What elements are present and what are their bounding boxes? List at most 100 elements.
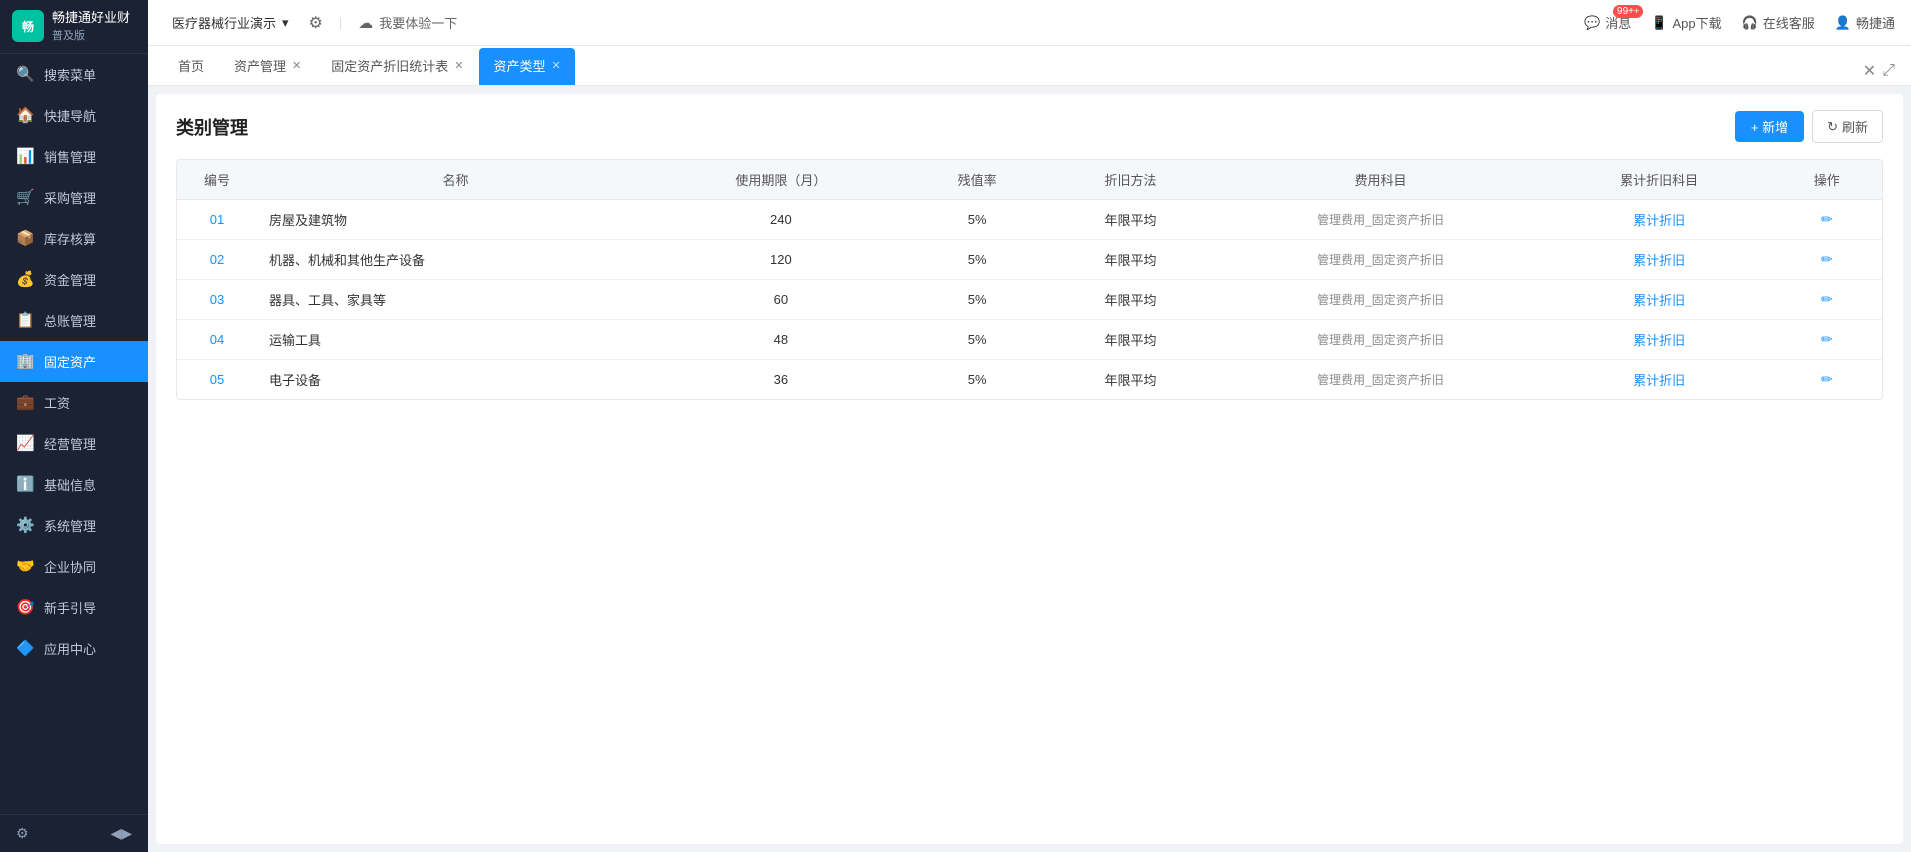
- settings-icon[interactable]: ⚙: [16, 825, 29, 842]
- operations-icon: 📈: [16, 434, 34, 452]
- cell-code: 01: [177, 200, 257, 240]
- cell-code: 03: [177, 280, 257, 320]
- page-actions: + 新增 ↻ 刷新: [1735, 110, 1883, 143]
- sidebar-item-general-ledger[interactable]: 📋 总账管理: [0, 300, 148, 341]
- cell-period: 48: [654, 320, 908, 360]
- sidebar-item-label: 销售管理: [44, 147, 96, 166]
- cell-period: 60: [654, 280, 908, 320]
- inventory-icon: 📦: [16, 229, 34, 247]
- cell-name: 机器、机械和其他生产设备: [257, 240, 654, 280]
- cloud-icon: ☁: [358, 14, 373, 32]
- cell-action[interactable]: ✏: [1772, 240, 1882, 280]
- chevron-down-icon: ▾: [282, 15, 289, 31]
- sidebar-item-label: 工资: [44, 393, 70, 412]
- online-service-button[interactable]: 🎧 在线客服: [1742, 13, 1815, 32]
- sidebar-item-label: 新手引导: [44, 598, 96, 617]
- sidebar-item-operations[interactable]: 📈 经营管理: [0, 423, 148, 464]
- sidebar-item-basic-info[interactable]: ℹ️ 基础信息: [0, 464, 148, 505]
- guide-icon: 🎯: [16, 598, 34, 616]
- sidebar-item-label: 采购管理: [44, 188, 96, 207]
- cell-action[interactable]: ✏: [1772, 200, 1882, 240]
- sidebar-item-sales[interactable]: 📊 销售管理: [0, 136, 148, 177]
- cell-method: 年限平均: [1047, 280, 1215, 320]
- cell-accum: 累计折旧: [1547, 240, 1772, 280]
- cell-action[interactable]: ✏: [1772, 280, 1882, 320]
- sidebar-item-guide[interactable]: 🎯 新手引导: [0, 587, 148, 628]
- tab-fixed-asset-table[interactable]: 固定资产折旧统计表 ✕: [317, 48, 477, 85]
- sidebar-bottom: ⚙ ◀▶: [0, 814, 148, 852]
- messages-button[interactable]: 💬 消息 99++: [1584, 13, 1631, 32]
- sidebar-item-purchase[interactable]: 🛒 采购管理: [0, 177, 148, 218]
- app-center-icon: 🔷: [16, 639, 34, 657]
- sidebar-item-label: 库存核算: [44, 229, 96, 248]
- app-name: 畅捷通好业财: [52, 10, 130, 27]
- fixed-assets-icon: 🏢: [16, 352, 34, 370]
- messages-badge: 99++: [1613, 5, 1643, 18]
- table-row: 04 运输工具 48 5% 年限平均 管理费用_固定资产折旧 累计折旧 ✏: [177, 320, 1882, 360]
- cell-residual: 5%: [908, 320, 1047, 360]
- company-selector[interactable]: 医疗器械行业演示 ▾: [164, 9, 297, 36]
- cell-action[interactable]: ✏: [1772, 320, 1882, 360]
- sidebar-item-app-center[interactable]: 🔷 应用中心: [0, 628, 148, 669]
- new-button[interactable]: + 新增: [1735, 111, 1804, 142]
- cell-expense: 管理费用_固定资产折旧: [1214, 360, 1546, 400]
- app-download-button[interactable]: 📱 App下载: [1651, 13, 1721, 32]
- sidebar-item-quick-nav[interactable]: 🏠 快捷导航: [0, 95, 148, 136]
- col-code: 编号: [177, 160, 257, 200]
- sidebar-item-search[interactable]: 🔍 搜索菜单: [0, 54, 148, 95]
- cell-action[interactable]: ✏: [1772, 360, 1882, 400]
- tab-expand-button[interactable]: ⤢: [1882, 62, 1895, 80]
- sidebar-item-inventory[interactable]: 📦 库存核算: [0, 218, 148, 259]
- enterprise-icon: 🤝: [16, 557, 34, 575]
- sidebar-item-enterprise[interactable]: 🤝 企业协同: [0, 546, 148, 587]
- funds-icon: 💰: [16, 270, 34, 288]
- company-name: 医疗器械行业演示: [172, 13, 276, 32]
- user-icon: 👤: [1835, 15, 1851, 31]
- cell-expense: 管理费用_固定资产折旧: [1214, 280, 1546, 320]
- category-table: 编号 名称 使用期限（月） 残值率 折旧方法 费用科目 累计折旧科目 操作 01…: [177, 160, 1882, 399]
- sidebar-item-label: 搜索菜单: [44, 65, 96, 84]
- tab-asset-mgmt[interactable]: 资产管理 ✕: [220, 48, 315, 85]
- refresh-icon: ↻: [1827, 119, 1838, 135]
- settings-gear-icon[interactable]: ⚙: [309, 13, 323, 33]
- sidebar-item-funds[interactable]: 💰 资金管理: [0, 259, 148, 300]
- cell-accum: 累计折旧: [1547, 320, 1772, 360]
- tab-close-icon[interactable]: ✕: [292, 59, 301, 72]
- app-download-label: App下载: [1672, 13, 1721, 32]
- cell-accum: 累计折旧: [1547, 360, 1772, 400]
- cell-residual: 5%: [908, 240, 1047, 280]
- search-icon: 🔍: [16, 65, 34, 83]
- tab-asset-type[interactable]: 资产类型 ✕: [479, 48, 574, 85]
- cell-name: 运输工具: [257, 320, 654, 360]
- try-experience[interactable]: ☁ 我要体验一下: [358, 13, 457, 32]
- content-area: 类别管理 + 新增 ↻ 刷新 编号 名称 使用期限（月） 残值率 折旧方法: [156, 94, 1903, 844]
- ledger-icon: 📋: [16, 311, 34, 329]
- tab-close-icon[interactable]: ✕: [454, 59, 463, 72]
- page-header: 类别管理 + 新增 ↻ 刷新: [176, 110, 1883, 143]
- sidebar-item-system[interactable]: ⚙️ 系统管理: [0, 505, 148, 546]
- cell-code: 02: [177, 240, 257, 280]
- sidebar-item-label: 系统管理: [44, 516, 96, 535]
- sidebar-menu: 🔍 搜索菜单 🏠 快捷导航 📊 销售管理 🛒 采购管理 📦 库存核算 💰 资金管…: [0, 54, 148, 814]
- collapse-icon[interactable]: ◀▶: [110, 825, 132, 842]
- user-profile[interactable]: 👤 畅捷通: [1835, 13, 1895, 32]
- refresh-button[interactable]: ↻ 刷新: [1812, 110, 1883, 143]
- cell-period: 36: [654, 360, 908, 400]
- col-period: 使用期限（月）: [654, 160, 908, 200]
- cell-name: 器具、工具、家具等: [257, 280, 654, 320]
- tab-close-icon[interactable]: ✕: [552, 59, 561, 72]
- sidebar-item-fixed-assets[interactable]: 🏢 固定资产: [0, 341, 148, 382]
- table-row: 02 机器、机械和其他生产设备 120 5% 年限平均 管理费用_固定资产折旧 …: [177, 240, 1882, 280]
- cell-period: 240: [654, 200, 908, 240]
- cell-expense: 管理费用_固定资产折旧: [1214, 320, 1546, 360]
- topbar-right: 💬 消息 99++ 📱 App下载 🎧 在线客服 👤 畅捷通: [1584, 13, 1895, 32]
- system-icon: ⚙️: [16, 516, 34, 534]
- home-icon: 🏠: [16, 106, 34, 124]
- cell-residual: 5%: [908, 360, 1047, 400]
- app-version: 普及版: [52, 27, 130, 43]
- tab-home[interactable]: 首页: [164, 48, 218, 85]
- tab-fixed-asset-table-label: 固定资产折旧统计表: [331, 56, 448, 75]
- sidebar-item-payroll[interactable]: 💼 工资: [0, 382, 148, 423]
- logo-icon: 畅: [12, 10, 44, 42]
- tab-close-window-button[interactable]: ✕: [1863, 61, 1876, 81]
